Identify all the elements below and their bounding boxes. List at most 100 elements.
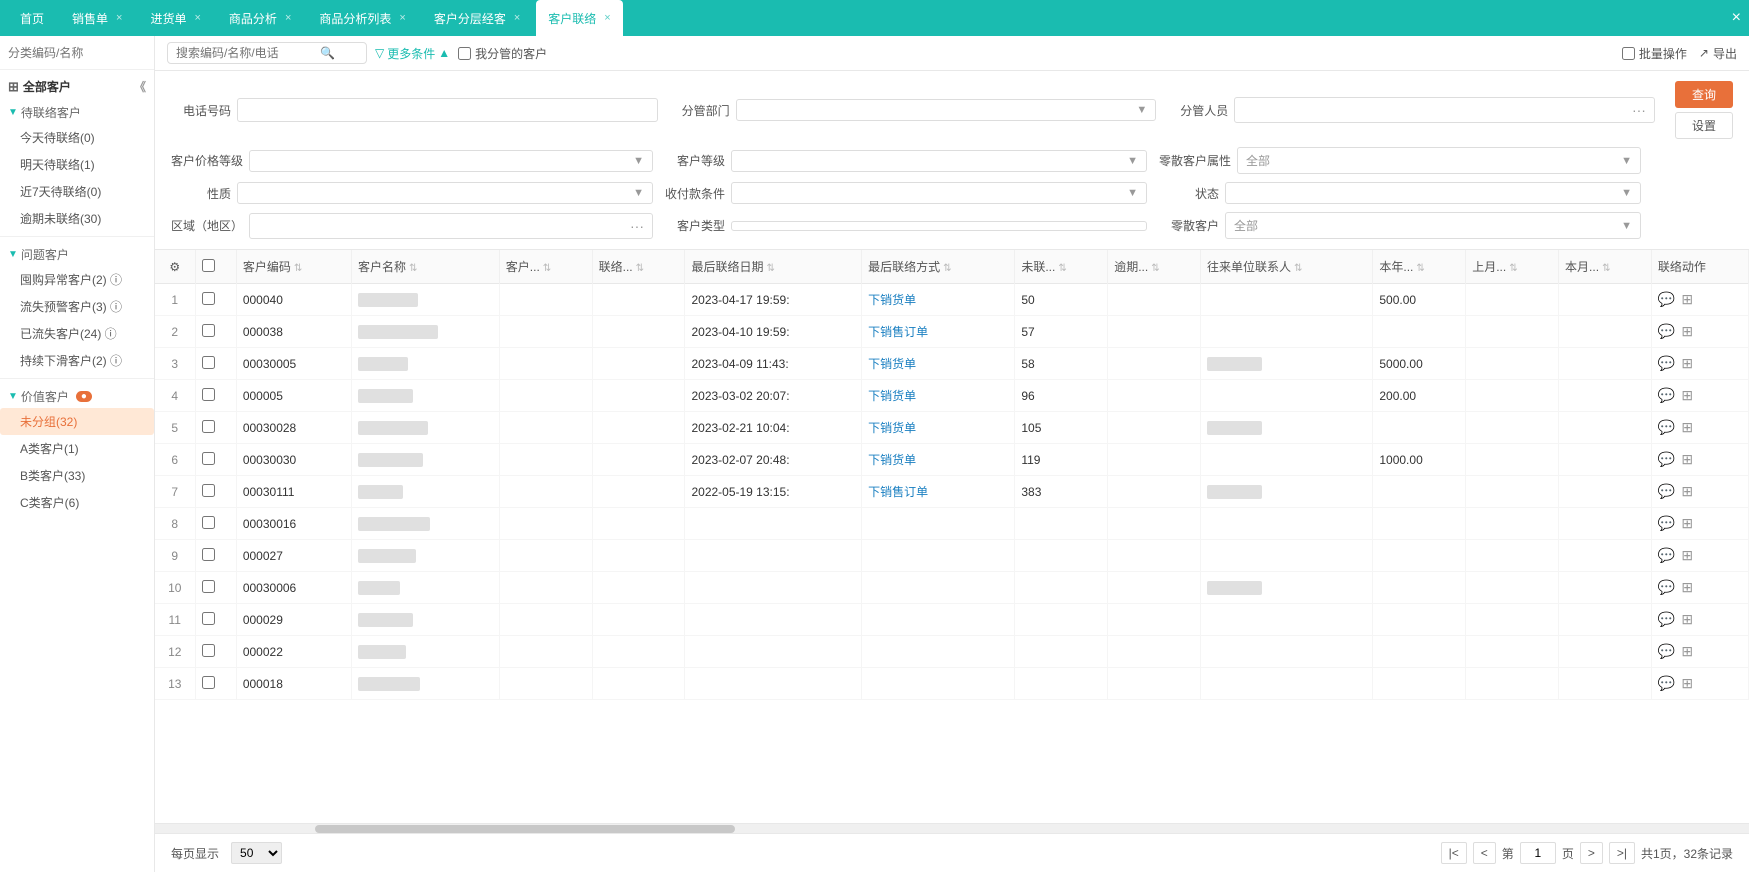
last-page-button[interactable]: >| xyxy=(1609,842,1635,864)
nav-product-analysis[interactable]: 商品分析 × xyxy=(217,0,303,36)
per-page-select[interactable]: 50 100 xyxy=(231,842,282,864)
sidebar-group-problem[interactable]: ▼ 问题客户 xyxy=(0,241,154,266)
nav-home[interactable]: 首页 xyxy=(8,0,56,36)
chat-icon[interactable]: 💬 xyxy=(1658,387,1675,404)
grid-action-icon[interactable]: ⊞ xyxy=(1681,675,1693,692)
nav-purchase-order[interactable]: 进货单 × xyxy=(138,0,212,36)
sidebar-item-overdue[interactable]: 逾期未联络(30) xyxy=(0,205,154,232)
first-page-button[interactable]: |< xyxy=(1441,842,1467,864)
close-icon[interactable]: × xyxy=(116,12,122,24)
close-icon[interactable]: × xyxy=(514,12,520,24)
close-icon[interactable]: × xyxy=(194,12,200,24)
chat-icon[interactable]: 💬 xyxy=(1658,611,1675,628)
row-checkbox[interactable] xyxy=(195,668,236,700)
close-icon[interactable]: × xyxy=(604,12,610,24)
sidebar-item-today[interactable]: 今天待联络(0) xyxy=(0,124,154,151)
chat-icon[interactable]: 💬 xyxy=(1658,323,1675,340)
row-last-method[interactable] xyxy=(862,540,1015,572)
filter-status-select[interactable]: ▼ xyxy=(1225,182,1641,204)
row-checkbox[interactable] xyxy=(195,540,236,572)
row-checkbox[interactable] xyxy=(195,284,236,316)
chat-icon[interactable]: 💬 xyxy=(1658,547,1675,564)
sidebar-group-value[interactable]: ▼ 价值客户 ● xyxy=(0,383,154,408)
row-checkbox[interactable] xyxy=(195,444,236,476)
row-last-method[interactable]: 下销货单 xyxy=(862,380,1015,412)
sidebar-group-pending[interactable]: ▼ 待联络客户 xyxy=(0,99,154,124)
grid-action-icon[interactable]: ⊞ xyxy=(1681,355,1693,372)
my-customers-check[interactable] xyxy=(458,47,471,60)
sidebar-item-7days[interactable]: 近7天待联络(0) xyxy=(0,178,154,205)
page-number-input[interactable] xyxy=(1520,842,1556,864)
dots-icon[interactable]: ··· xyxy=(1632,102,1646,118)
chat-icon[interactable]: 💬 xyxy=(1658,675,1675,692)
select-all-checkbox[interactable] xyxy=(202,259,215,272)
nav-customer-segment[interactable]: 客户分层经客 × xyxy=(422,0,532,36)
sidebar-item-class-b[interactable]: B类客户(33) xyxy=(0,462,154,489)
chat-icon[interactable]: 💬 xyxy=(1658,291,1675,308)
row-last-method[interactable]: 下销货单 xyxy=(862,284,1015,316)
sidebar-item-class-a[interactable]: A类客户(1) xyxy=(0,435,154,462)
settings-icon[interactable]: ⚙ xyxy=(169,260,180,274)
filter-dept-select[interactable]: ▼ xyxy=(736,99,1157,121)
close-icon[interactable]: × xyxy=(399,12,405,24)
nav-customer-contact[interactable]: 客户联络 × xyxy=(536,0,622,36)
nav-sales-order[interactable]: 销售单 × xyxy=(60,0,134,36)
grid-action-icon[interactable]: ⊞ xyxy=(1681,451,1693,468)
scrollbar-thumb[interactable] xyxy=(315,825,735,833)
row-checkbox[interactable] xyxy=(195,508,236,540)
row-last-method[interactable]: 下销售订单 xyxy=(862,476,1015,508)
dots-icon[interactable]: ··· xyxy=(630,218,644,234)
sidebar-item-class-c[interactable]: C类客户(6) xyxy=(0,489,154,516)
grid-action-icon[interactable]: ⊞ xyxy=(1681,579,1693,596)
filter-region-select[interactable]: ··· xyxy=(249,213,653,239)
sidebar-item-tomorrow[interactable]: 明天待联络(1) xyxy=(0,151,154,178)
grid-action-icon[interactable]: ⊞ xyxy=(1681,419,1693,436)
grid-action-icon[interactable]: ⊞ xyxy=(1681,483,1693,500)
row-checkbox[interactable] xyxy=(195,476,236,508)
reset-button[interactable]: 设置 xyxy=(1675,112,1733,139)
chat-icon[interactable]: 💬 xyxy=(1658,451,1675,468)
sidebar-item-churned[interactable]: 已流失客户(24) ⓘ xyxy=(0,320,154,347)
grid-action-icon[interactable]: ⊞ xyxy=(1681,547,1693,564)
settings-column-header[interactable]: ⚙ xyxy=(155,250,195,284)
filter-clevel-select[interactable]: ▼ xyxy=(731,150,1147,172)
collapse-icon[interactable]: 《 xyxy=(134,78,146,95)
close-icon[interactable]: × xyxy=(285,12,291,24)
grid-action-icon[interactable]: ⊞ xyxy=(1681,387,1693,404)
row-checkbox[interactable] xyxy=(195,348,236,380)
row-last-method[interactable] xyxy=(862,636,1015,668)
row-last-method[interactable]: 下销售订单 xyxy=(862,316,1015,348)
more-conditions-button[interactable]: ▽ 更多条件 ▲ xyxy=(375,45,450,62)
row-last-method[interactable]: 下销货单 xyxy=(862,412,1015,444)
filter-nature-select[interactable]: ▼ xyxy=(237,182,653,204)
sidebar-all-customers[interactable]: ⊞ 全部客户 《 xyxy=(0,70,154,99)
sidebar-item-unclassified[interactable]: 未分组(32) xyxy=(0,408,154,435)
chat-icon[interactable]: 💬 xyxy=(1658,579,1675,596)
filter-scatter-select[interactable]: 全部 ▼ xyxy=(1237,147,1641,174)
row-checkbox[interactable] xyxy=(195,412,236,444)
row-last-method[interactable] xyxy=(862,572,1015,604)
chat-icon[interactable]: 💬 xyxy=(1658,419,1675,436)
toolbar-search-box[interactable]: 🔍 xyxy=(167,42,367,64)
sidebar-item-declining[interactable]: 持续下滑客户(2) ⓘ xyxy=(0,347,154,374)
chat-icon[interactable]: 💬 xyxy=(1658,355,1675,372)
search-input[interactable] xyxy=(176,46,316,60)
row-checkbox[interactable] xyxy=(195,572,236,604)
bulk-ops-button[interactable]: 批量操作 xyxy=(1622,45,1687,62)
sidebar-item-hoarding[interactable]: 囤购异常客户(2) ⓘ xyxy=(0,266,154,293)
chat-icon[interactable]: 💬 xyxy=(1658,483,1675,500)
row-checkbox[interactable] xyxy=(195,316,236,348)
row-last-method[interactable] xyxy=(862,604,1015,636)
row-checkbox[interactable] xyxy=(195,604,236,636)
row-last-method[interactable] xyxy=(862,668,1015,700)
sidebar-search-input[interactable] xyxy=(8,46,155,60)
grid-action-icon[interactable]: ⊞ xyxy=(1681,291,1693,308)
grid-action-icon[interactable]: ⊞ xyxy=(1681,515,1693,532)
grid-action-icon[interactable]: ⊞ xyxy=(1681,323,1693,340)
nav-product-analysis-list[interactable]: 商品分析列表 × xyxy=(307,0,417,36)
filter-scatter2-select[interactable]: 全部 ▼ xyxy=(1225,212,1641,239)
row-checkbox[interactable] xyxy=(195,636,236,668)
filter-price-select[interactable]: ▼ xyxy=(249,150,653,172)
query-button[interactable]: 查询 xyxy=(1675,81,1733,108)
row-last-method[interactable] xyxy=(862,508,1015,540)
